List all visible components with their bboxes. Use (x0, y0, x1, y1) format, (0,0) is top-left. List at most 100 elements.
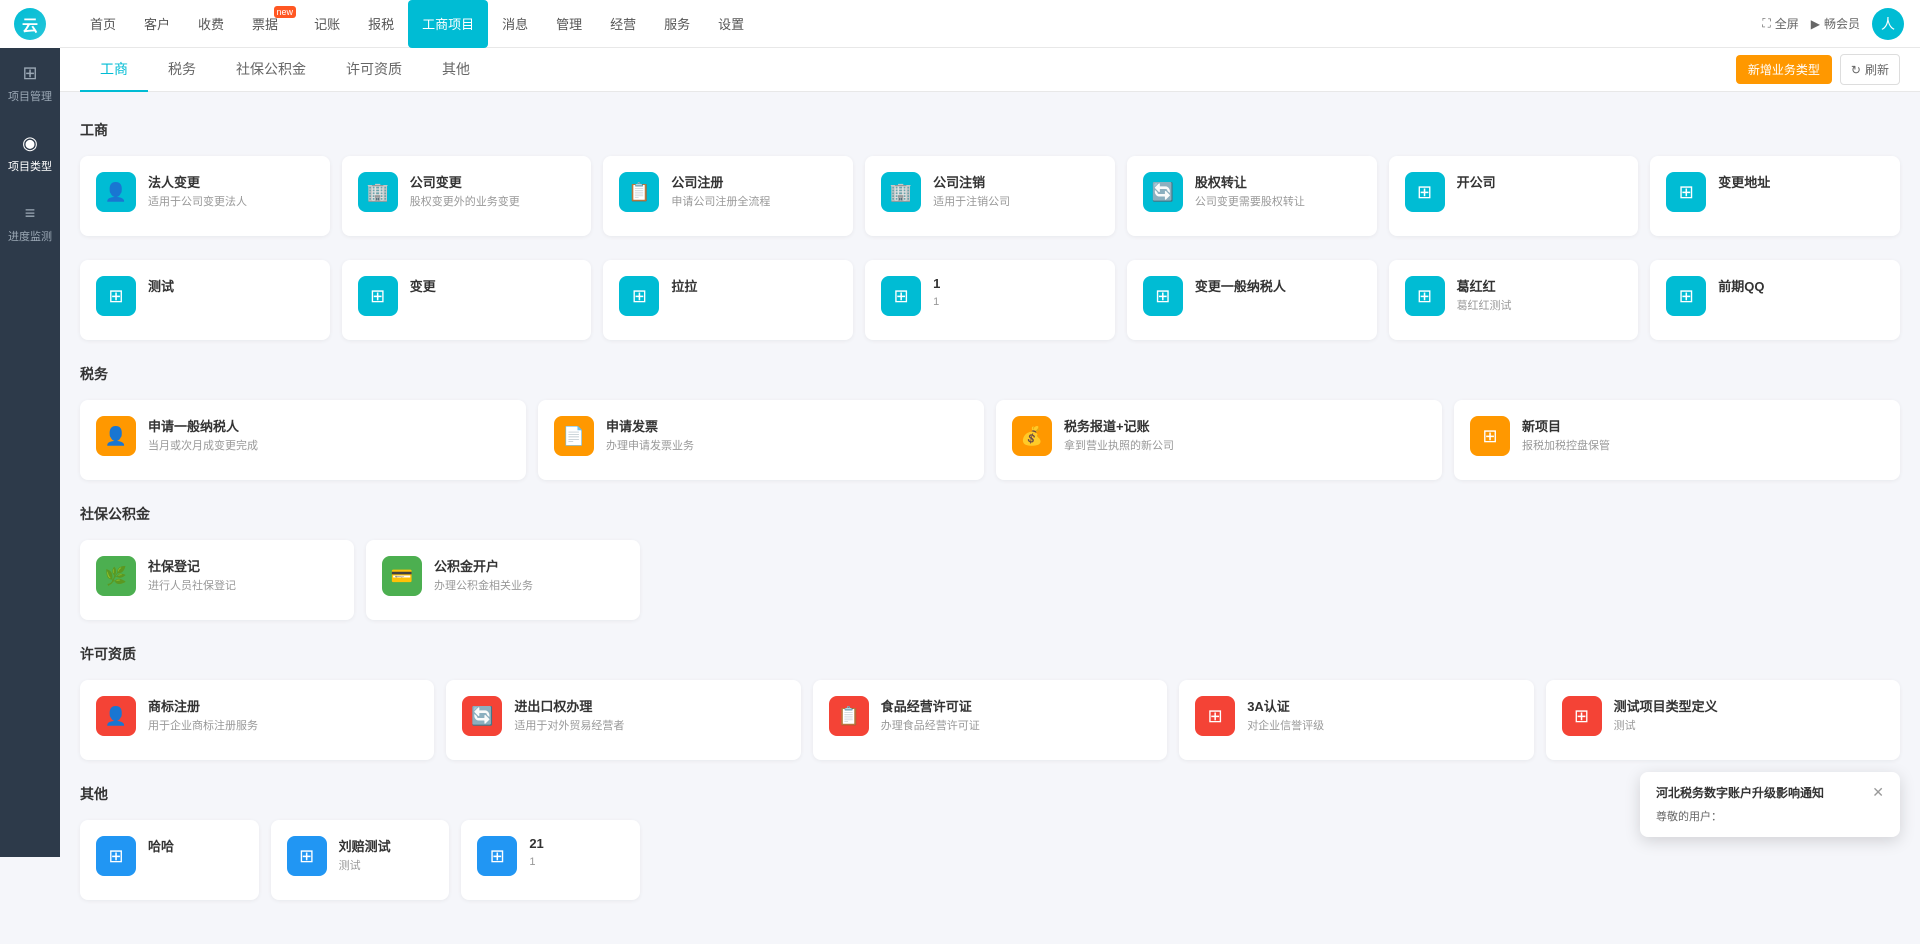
card-import-export[interactable]: 🔄 进出口权办理 适用于对外贸易经营者 (446, 680, 800, 760)
new-badge: new (274, 6, 297, 18)
logo-icon: 云 (14, 8, 46, 40)
nav-service[interactable]: 服务 (650, 0, 704, 48)
sidebar-item-progress[interactable]: ≡ 进度监测 (0, 188, 60, 258)
nav-client[interactable]: 客户 (130, 0, 184, 48)
qianqiQQ-info: 前期QQ (1718, 276, 1884, 299)
card-haha[interactable]: ⊞ 哈哈 (80, 820, 259, 900)
trademark-title: 商标注册 (148, 696, 418, 715)
card-gehonghong[interactable]: ⊞ 葛红红 葛红红测试 (1389, 260, 1639, 340)
notification-title: 河北税务数字账户升级影响通知 (1656, 784, 1824, 801)
nav-settings[interactable]: 设置 (704, 0, 758, 48)
subtab-other[interactable]: 其他 (422, 48, 490, 92)
notification-close-button[interactable]: ✕ (1872, 784, 1884, 801)
equity-transfer-icon: 🔄 (1143, 172, 1183, 212)
card-change-taxpayer[interactable]: ⊞ 变更一般纳税人 (1127, 260, 1377, 340)
card-company-cancel[interactable]: 🏢 公司注销 适用于注销公司 (865, 156, 1115, 236)
food-license-desc: 办理食品经营许可证 (881, 719, 1151, 734)
qianqiQQ-icon: ⊞ (1666, 276, 1706, 316)
fullscreen-icon: ⛶ (1762, 16, 1770, 31)
company-change-title: 公司变更 (410, 172, 576, 191)
card-new-project[interactable]: ⊞ 新项目 报税加税控盘保管 (1454, 400, 1900, 480)
tax-report-icon: 💰 (1012, 416, 1052, 456)
change-taxpayer-title: 变更一般纳税人 (1195, 276, 1361, 295)
card-test-project-type[interactable]: ⊞ 测试项目类型定义 测试 (1546, 680, 1900, 760)
import-export-icon: 🔄 (462, 696, 502, 736)
nav-message[interactable]: 消息 (488, 0, 542, 48)
card-apply-taxpayer[interactable]: 👤 申请一般纳税人 当月或次月成变更完成 (80, 400, 526, 480)
liupei-test-title: 刘赔测试 (339, 836, 434, 855)
card-social-register[interactable]: 🌿 社保登记 进行人员社保登记 (80, 540, 354, 620)
card-test[interactable]: ⊞ 测试 (80, 260, 330, 340)
card-change-address[interactable]: ⊞ 变更地址 (1650, 156, 1900, 236)
test-title: 测试 (148, 276, 314, 295)
sidebar-item-project-type[interactable]: ◉ 项目类型 (0, 118, 60, 188)
fund-open-title: 公积金开户 (434, 556, 624, 575)
card-qianqiQQ[interactable]: ⊞ 前期QQ (1650, 260, 1900, 340)
avatar[interactable]: 人 (1872, 8, 1904, 40)
card-equity-transfer[interactable]: 🔄 股权转让 公司变更需要股权转让 (1127, 156, 1377, 236)
nav-industrial[interactable]: 工商项目 (408, 0, 488, 48)
apply-taxpayer-title: 申请一般纳税人 (148, 416, 510, 435)
nav-billing[interactable]: 收费 (184, 0, 238, 48)
nav-ticket[interactable]: 票据 new (238, 0, 300, 48)
card-food-license[interactable]: 📋 食品经营许可证 办理食品经营许可证 (813, 680, 1167, 760)
subtab-industrial[interactable]: 工商 (80, 48, 148, 92)
haha-icon: ⊞ (96, 836, 136, 876)
industrial-cards-row1: 👤 法人变更 适用于公司变更法人 🏢 公司变更 股权变更外的业务变更 📋 公司注… (80, 156, 1900, 236)
add-type-button[interactable]: 新增业务类型 (1736, 55, 1832, 84)
change-info: 变更 (410, 276, 576, 299)
gehonghong-info: 葛红红 葛红红测试 (1457, 276, 1623, 314)
card-change[interactable]: ⊞ 变更 (342, 260, 592, 340)
card-company-register[interactable]: 📋 公司注册 申请公司注册全流程 (603, 156, 853, 236)
legal-change-info: 法人变更 适用于公司变更法人 (148, 172, 314, 210)
3a-cert-icon: ⊞ (1195, 696, 1235, 736)
card-tax-report[interactable]: 💰 税务报道+记账 拿到营业执照的新公司 (996, 400, 1442, 480)
subtab-license[interactable]: 许可资质 (326, 48, 422, 92)
card-company-change[interactable]: 🏢 公司变更 股权变更外的业务变更 (342, 156, 592, 236)
card-open-company[interactable]: ⊞ 开公司 (1389, 156, 1639, 236)
top-nav: 首页 客户 收费 票据 new 记账 报税 工商项目 消息 管理 经营 服务 设… (60, 0, 1920, 48)
fullscreen-button[interactable]: ⛶ 全屏 (1762, 15, 1798, 32)
tax-cards: 👤 申请一般纳税人 当月或次月成变更完成 📄 申请发票 办理申请发票业务 💰 税… (80, 400, 1900, 480)
3a-cert-info: 3A认证 对企业信誉评级 (1247, 696, 1517, 734)
vip-button[interactable]: ▶ 畅会员 (1811, 15, 1860, 32)
refresh-button[interactable]: ↻ 刷新 (1840, 54, 1900, 85)
notification-header: 河北税务数字账户升级影响通知 ✕ (1656, 784, 1884, 801)
twenty-one-icon: ⊞ (477, 836, 517, 876)
subtab-tax[interactable]: 税务 (148, 48, 216, 92)
company-cancel-info: 公司注销 适用于注销公司 (933, 172, 1099, 210)
project-mgmt-icon: ⊞ (19, 62, 41, 84)
open-company-info: 开公司 (1457, 172, 1623, 195)
fund-open-desc: 办理公积金相关业务 (434, 579, 624, 594)
card-legal-change[interactable]: 👤 法人变更 适用于公司变更法人 (80, 156, 330, 236)
sidebar-item-label: 项目类型 (8, 158, 52, 174)
lala-title: 拉拉 (671, 276, 837, 295)
test-project-type-desc: 测试 (1614, 719, 1884, 734)
apply-taxpayer-icon: 👤 (96, 416, 136, 456)
card-3a-cert[interactable]: ⊞ 3A认证 对企业信誉评级 (1179, 680, 1533, 760)
nav-home[interactable]: 首页 (76, 0, 130, 48)
3a-cert-desc: 对企业信誉评级 (1247, 719, 1517, 734)
open-company-icon: ⊞ (1405, 172, 1445, 212)
sidebar-logo: 云 (0, 0, 60, 48)
nav-management[interactable]: 管理 (542, 0, 596, 48)
card-apply-invoice[interactable]: 📄 申请发票 办理申请发票业务 (538, 400, 984, 480)
card-liupei-test[interactable]: ⊞ 刘赔测试 测试 (271, 820, 450, 900)
qianqiQQ-title: 前期QQ (1718, 276, 1884, 295)
apply-invoice-desc: 办理申请发票业务 (606, 439, 968, 454)
card-lala[interactable]: ⊞ 拉拉 (603, 260, 853, 340)
subtab-social[interactable]: 社保公积金 (216, 48, 326, 92)
nav-operation[interactable]: 经营 (596, 0, 650, 48)
sidebar-item-project-mgmt[interactable]: ⊞ 项目管理 (0, 48, 60, 118)
fund-open-info: 公积金开户 办理公积金相关业务 (434, 556, 624, 594)
new-project-icon: ⊞ (1470, 416, 1510, 456)
sidebar-item-label: 项目管理 (8, 88, 52, 104)
apply-invoice-icon: 📄 (554, 416, 594, 456)
card-fund-open[interactable]: 💳 公积金开户 办理公积金相关业务 (366, 540, 640, 620)
card-trademark[interactable]: 👤 商标注册 用于企业商标注册服务 (80, 680, 434, 760)
nav-accounting[interactable]: 记账 (300, 0, 354, 48)
card-one[interactable]: ⊞ 1 1 (865, 260, 1115, 340)
change-taxpayer-icon: ⊞ (1143, 276, 1183, 316)
card-twenty-one[interactable]: ⊞ 21 1 (461, 820, 640, 900)
nav-tax[interactable]: 报税 (354, 0, 408, 48)
